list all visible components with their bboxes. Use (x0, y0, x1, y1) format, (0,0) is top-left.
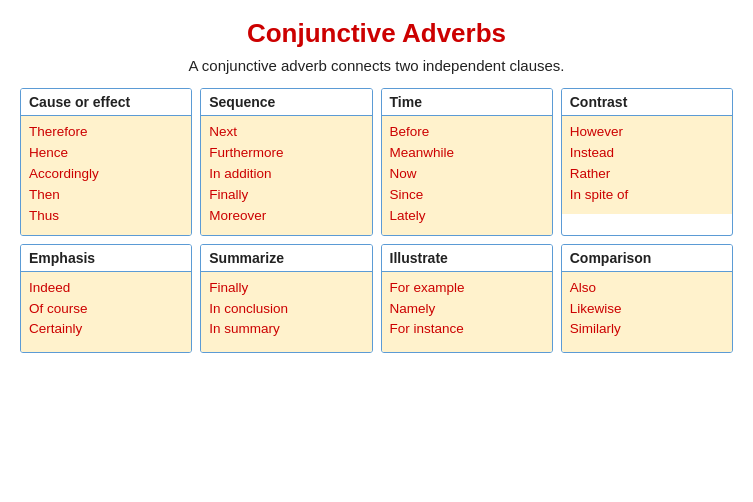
card-item: Finally (209, 185, 363, 206)
subtitle: A conjunctive adverb connects two indepe… (188, 57, 564, 74)
card-header: Illustrate (382, 245, 552, 272)
card-time: TimeBeforeMeanwhileNowSinceLately (381, 88, 553, 236)
card-item: Then (29, 185, 183, 206)
card-body: NextFurthermoreIn additionFinallyMoreove… (201, 116, 371, 235)
card-item: Next (209, 122, 363, 143)
card-body: IndeedOf courseCertainly (21, 272, 191, 352)
card-item: Meanwhile (390, 143, 544, 164)
card-item: Therefore (29, 122, 183, 143)
card-cause-or-effect: Cause or effectThereforeHenceAccordingly… (20, 88, 192, 236)
card-header: Sequence (201, 89, 371, 116)
card-item: Finally (209, 278, 363, 299)
card-item: Now (390, 164, 544, 185)
card-item: Before (390, 122, 544, 143)
card-item: Rather (570, 164, 724, 185)
card-item: Since (390, 185, 544, 206)
card-item: Moreover (209, 206, 363, 227)
card-item: Hence (29, 143, 183, 164)
card-item: Accordingly (29, 164, 183, 185)
card-item: Indeed (29, 278, 183, 299)
card-item: Namely (390, 299, 544, 320)
card-contrast: ContrastHoweverInsteadRatherIn spite of (561, 88, 733, 236)
card-comparison: ComparisonAlsoLikewiseSimilarly (561, 244, 733, 353)
card-item: Of course (29, 299, 183, 320)
card-item: In conclusion (209, 299, 363, 320)
card-item: Thus (29, 206, 183, 227)
page-title: Conjunctive Adverbs (247, 18, 506, 49)
card-body: BeforeMeanwhileNowSinceLately (382, 116, 552, 235)
card-header: Comparison (562, 245, 732, 272)
card-item: Lately (390, 206, 544, 227)
card-summarize: SummarizeFinallyIn conclusionIn summary (200, 244, 372, 353)
card-item: Certainly (29, 319, 183, 340)
card-body: For exampleNamelyFor instance (382, 272, 552, 352)
card-body: FinallyIn conclusionIn summary (201, 272, 371, 352)
card-item: In summary (209, 319, 363, 340)
card-header: Time (382, 89, 552, 116)
card-header: Contrast (562, 89, 732, 116)
card-item: For example (390, 278, 544, 299)
card-item: Furthermore (209, 143, 363, 164)
card-header: Summarize (201, 245, 371, 272)
card-item: Similarly (570, 319, 724, 340)
card-illustrate: IllustrateFor exampleNamelyFor instance (381, 244, 553, 353)
card-item: For instance (390, 319, 544, 340)
card-header: Emphasis (21, 245, 191, 272)
card-body: HoweverInsteadRatherIn spite of (562, 116, 732, 214)
card-item: Instead (570, 143, 724, 164)
card-item: However (570, 122, 724, 143)
cards-grid: Cause or effectThereforeHenceAccordingly… (20, 88, 733, 353)
card-body: ThereforeHenceAccordinglyThenThus (21, 116, 191, 235)
card-header: Cause or effect (21, 89, 191, 116)
card-body: AlsoLikewiseSimilarly (562, 272, 732, 352)
card-item: Likewise (570, 299, 724, 320)
card-item: In spite of (570, 185, 724, 206)
card-item: In addition (209, 164, 363, 185)
card-item: Also (570, 278, 724, 299)
card-emphasis: EmphasisIndeedOf courseCertainly (20, 244, 192, 353)
card-sequence: SequenceNextFurthermoreIn additionFinall… (200, 88, 372, 236)
